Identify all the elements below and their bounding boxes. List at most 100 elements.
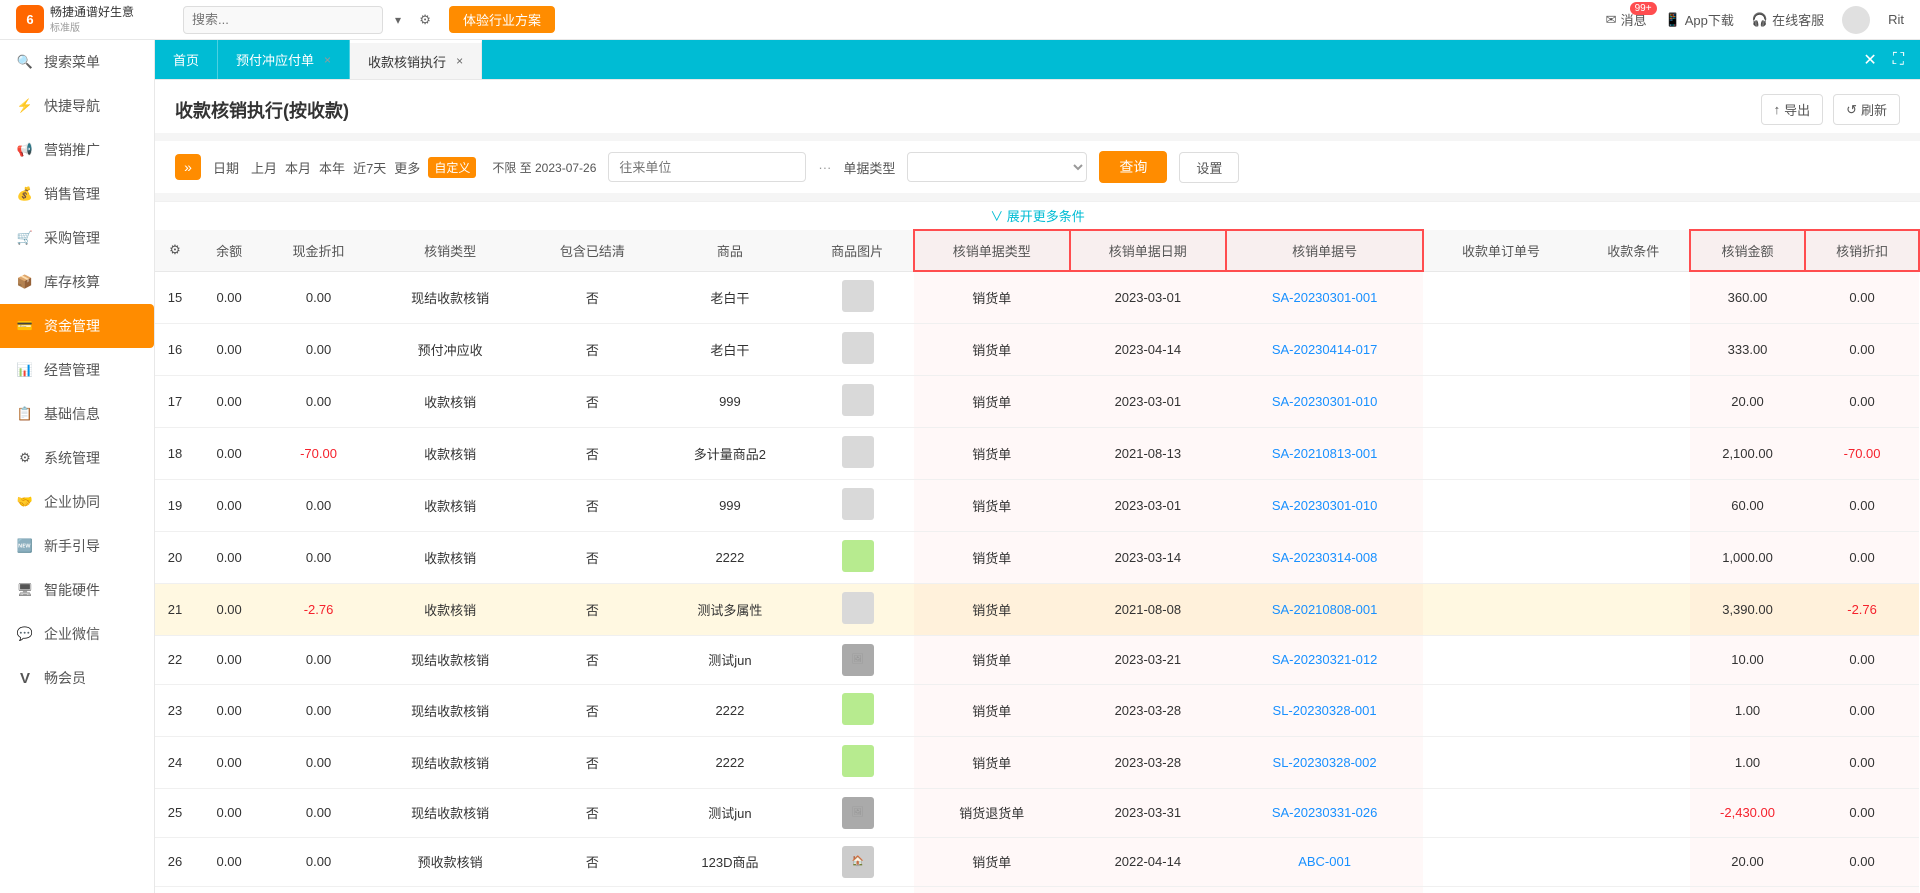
- sidebar-item-label: 基础信息: [44, 404, 100, 424]
- table-row: 200.000.00收款核销否2222销货单2023-03-14SA-20230…: [155, 531, 1919, 583]
- sidebar-item-purchase[interactable]: 🛒 采购管理: [0, 216, 154, 260]
- col-gear[interactable]: ⚙: [155, 230, 195, 271]
- doc-no-link[interactable]: SA-20230301-010: [1272, 498, 1378, 513]
- sidebar-item-shortcut[interactable]: ⚡ 快捷导航: [0, 84, 154, 128]
- row-doc-type: 销货单: [914, 427, 1070, 479]
- product-image: [842, 693, 874, 725]
- row-doc-no[interactable]: SA-20230314-008: [1226, 531, 1424, 583]
- date-this-year[interactable]: 本年: [319, 158, 345, 177]
- solution-button[interactable]: 体验行业方案: [449, 6, 555, 33]
- row-doc-date: 2021-08-08: [1070, 583, 1226, 635]
- counterparty-dots[interactable]: ···: [818, 160, 831, 175]
- gear-icon[interactable]: ⚙: [413, 8, 437, 32]
- row-doc-no[interactable]: SA-20230301-010: [1226, 375, 1424, 427]
- row-doc-no[interactable]: ABC-001: [1226, 837, 1424, 886]
- app-download-btn[interactable]: 📱 App下载: [1665, 10, 1734, 29]
- sidebar-item-system[interactable]: ⚙ 系统管理: [0, 436, 154, 480]
- doc-no-link[interactable]: SL-20230328-001: [1273, 703, 1377, 718]
- product-image: [842, 540, 874, 572]
- date-custom-btn[interactable]: 自定义: [428, 157, 476, 178]
- row-doc-no[interactable]: SA-20230414-017: [1226, 323, 1424, 375]
- sidebar-item-inventory[interactable]: 📦 库存核算: [0, 260, 154, 304]
- row-product: 老白干: [658, 323, 801, 375]
- table-row: 220.000.00现结收款核销否测试jun🖼销货单2023-03-21SA-2…: [155, 635, 1919, 684]
- settings-button[interactable]: 设置: [1179, 152, 1239, 183]
- tab-writeoff[interactable]: 收款核销执行 ×: [350, 40, 482, 79]
- search-input[interactable]: [183, 6, 383, 34]
- date-7days[interactable]: 近7天: [353, 158, 386, 177]
- row-doc-no[interactable]: SA-20230331-026: [1226, 788, 1424, 837]
- sidebar-item-sales[interactable]: 💰 销售管理: [0, 172, 154, 216]
- sidebar-item-guide[interactable]: 🆕 新手引导: [0, 524, 154, 568]
- row-doc-no[interactable]: SL-20230408-001: [1226, 886, 1424, 893]
- query-button[interactable]: 查询: [1099, 151, 1167, 183]
- row-doc-date: 2022-04-14: [1070, 837, 1226, 886]
- row-doc-no[interactable]: SA-20230301-010: [1226, 479, 1424, 531]
- sidebar-item-finance[interactable]: 💳 资金管理: [0, 304, 154, 348]
- row-doc-no[interactable]: SL-20230328-001: [1226, 684, 1424, 736]
- sidebar-item-hardware[interactable]: 🖥 智能硬件: [0, 568, 154, 612]
- doc-no-link[interactable]: SA-20230331-026: [1272, 805, 1378, 820]
- doc-no-link[interactable]: SA-20230314-008: [1272, 550, 1378, 565]
- finance-icon: 💳: [16, 317, 34, 335]
- sidebar-item-wechat[interactable]: 💬 企业微信: [0, 612, 154, 656]
- table-row: 180.00-70.00收款核销否多计量商品2销货单2021-08-13SA-2…: [155, 427, 1919, 479]
- doc-no-link[interactable]: SA-20230414-017: [1272, 342, 1378, 357]
- sidebar-item-search[interactable]: 🔍 搜索菜单: [0, 40, 154, 84]
- doc-no-link[interactable]: SA-20230301-001: [1272, 290, 1378, 305]
- sidebar-item-operation[interactable]: 📊 经营管理: [0, 348, 154, 392]
- row-doc-no[interactable]: SA-20210813-001: [1226, 427, 1424, 479]
- row-condition: [1578, 531, 1690, 583]
- tab-writeoff-close-icon[interactable]: ×: [456, 54, 463, 68]
- row-condition: [1578, 635, 1690, 684]
- window-expand-icon[interactable]: ⛶: [1889, 47, 1908, 73]
- avatar[interactable]: [1842, 6, 1870, 34]
- tab-close-icon[interactable]: ×: [324, 53, 331, 67]
- row-id: 26: [155, 837, 195, 886]
- date-label: 日期: [213, 158, 239, 177]
- sidebar-item-basic[interactable]: 📋 基础信息: [0, 392, 154, 436]
- col-discount: 核销折扣: [1805, 230, 1919, 271]
- row-type: 现结收款核销: [374, 684, 527, 736]
- refresh-button[interactable]: ↺ 刷新: [1833, 94, 1900, 125]
- row-doc-no[interactable]: SA-20230321-012: [1226, 635, 1424, 684]
- doc-no-link[interactable]: ABC-001: [1298, 854, 1351, 869]
- row-id: 15: [155, 271, 195, 323]
- window-close-icon[interactable]: ✕: [1859, 46, 1880, 74]
- row-doc-date: 2023-04-08: [1070, 886, 1226, 893]
- date-last-month[interactable]: 上月: [251, 158, 277, 177]
- row-doc-no[interactable]: SA-20210808-001: [1226, 583, 1424, 635]
- doc-no-link[interactable]: SA-20210808-001: [1272, 602, 1378, 617]
- online-service-btn[interactable]: 🎧 在线客服: [1752, 10, 1824, 29]
- row-doc-no[interactable]: SL-20230328-002: [1226, 736, 1424, 788]
- export-button[interactable]: ↑ 导出: [1761, 94, 1824, 125]
- message-btn[interactable]: ✉ 消息 99+: [1606, 10, 1647, 29]
- date-this-month[interactable]: 本月: [285, 158, 311, 177]
- sidebar-item-vip[interactable]: V 畅会员: [0, 656, 154, 700]
- row-doc-type: 销货单: [914, 886, 1070, 893]
- tab-home[interactable]: 首页: [155, 40, 218, 79]
- tab-prepay[interactable]: 预付冲应付单 ×: [218, 40, 350, 79]
- doctype-select[interactable]: [907, 152, 1087, 182]
- counterparty-input[interactable]: [608, 152, 806, 182]
- table-row: 250.000.00现结收款核销否测试jun🖼销货退货单2023-03-31SA…: [155, 788, 1919, 837]
- product-image: 🏠: [842, 846, 874, 878]
- page-title: 收款核销执行(按收款): [175, 97, 349, 123]
- sidebar-item-enterprise[interactable]: 🤝 企业协同: [0, 480, 154, 524]
- dropdown-icon[interactable]: ▾: [395, 13, 401, 27]
- expand-more-btn[interactable]: ∨ 展开更多条件: [155, 202, 1920, 229]
- date-more[interactable]: 更多: [394, 158, 420, 177]
- row-id: 20: [155, 531, 195, 583]
- doc-no-link[interactable]: SA-20230321-012: [1272, 652, 1378, 667]
- row-doc-no[interactable]: SA-20230301-001: [1226, 271, 1424, 323]
- tab-bar-actions: ✕ ⛶: [1859, 40, 1920, 79]
- doc-no-link[interactable]: SL-20230328-002: [1273, 755, 1377, 770]
- doc-no-link[interactable]: SA-20210813-001: [1272, 446, 1378, 461]
- row-cash-discount: 0.00: [263, 479, 374, 531]
- row-type: 预付冲应收: [374, 323, 527, 375]
- row-id: 27: [155, 886, 195, 893]
- row-amount: 100.00: [1690, 886, 1805, 893]
- sidebar-item-marketing[interactable]: 📢 营销推广: [0, 128, 154, 172]
- expand-arrow-btn[interactable]: »: [175, 154, 201, 180]
- doc-no-link[interactable]: SA-20230301-010: [1272, 394, 1378, 409]
